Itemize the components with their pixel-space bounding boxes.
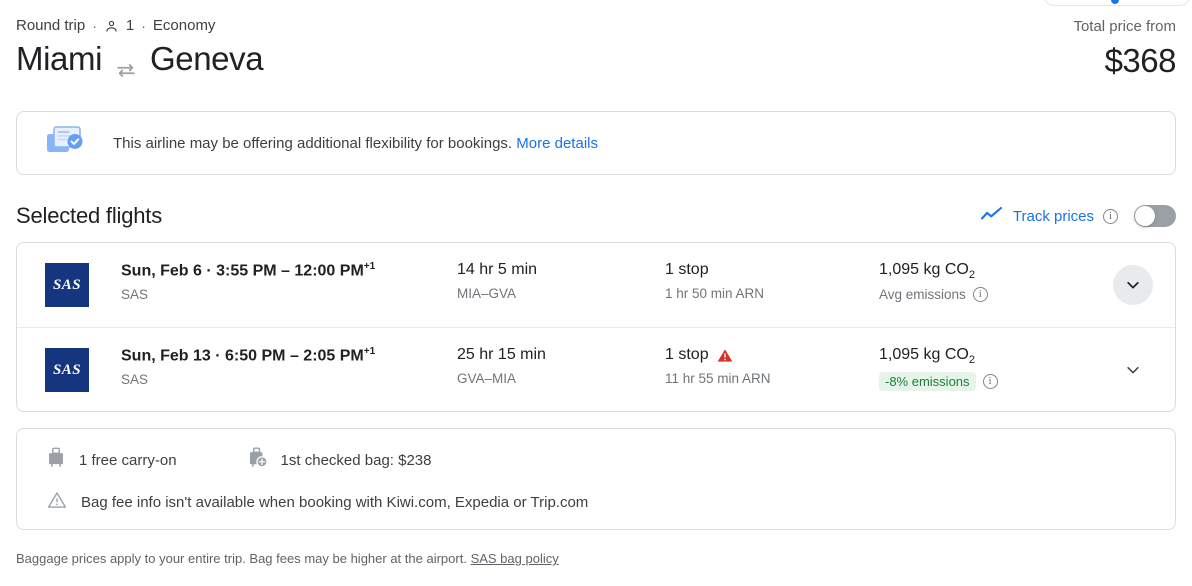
checked-bag-add-icon	[247, 447, 268, 474]
co2-amount: 1,095 kg CO2	[879, 346, 998, 366]
date-time-separator: ·	[206, 262, 212, 280]
layover-info: 11 hr 55 min ARN	[665, 371, 771, 386]
emissions-detail: -8% emissions i	[879, 372, 998, 392]
toggle-knob	[1135, 206, 1155, 226]
passenger-count[interactable]: 1	[126, 17, 134, 34]
flight-stops-column: 1 stop 1 hr 50 min ARN	[665, 261, 764, 301]
flight-duration: 14 hr 5 min	[457, 261, 538, 278]
origin-city: Miami	[16, 40, 102, 77]
flight-time-column: Sun, Feb 13 · 6:50 PM – 2:05 PM+1 SAS	[121, 346, 375, 387]
meta-separator-2: ·	[141, 17, 146, 34]
total-price-label: Total price from	[1073, 18, 1176, 35]
carry-on-bag-icon	[47, 447, 65, 474]
baggage-disclaimer-row: Bag fee info isn't available when bookin…	[47, 491, 588, 514]
baggage-disclaimer-text: Bag fee info isn't available when bookin…	[81, 494, 589, 511]
emissions-info-icon[interactable]: i	[982, 374, 998, 390]
google-flights-booking-panel: Round trip · 1 · Economy Miami Geneva To…	[0, 0, 1192, 586]
co2-value: 1,095 kg CO	[879, 346, 969, 363]
warning-triangle-outline-icon	[47, 491, 67, 514]
co2-subscript: 2	[968, 269, 975, 282]
airline-logo: SAS	[45, 348, 89, 392]
flexible-ticket-icon	[45, 124, 85, 163]
destination-city: Geneva	[150, 40, 264, 77]
flight-time-range: 3:55 PM – 12:00 PM	[216, 262, 364, 280]
person-icon	[104, 19, 119, 34]
route-heading: Miami Geneva	[16, 40, 264, 78]
airline-logo: SAS	[45, 263, 89, 307]
flight-emissions-column: 1,095 kg CO2 -8% emissions i	[879, 346, 998, 392]
baggage-footer-note: Baggage prices apply to your entire trip…	[16, 551, 559, 566]
flight-emissions-column: 1,095 kg CO2 Avg emissions i	[879, 261, 988, 303]
flight-datetime: Sun, Feb 6 · 3:55 PM – 12:00 PM+1	[121, 261, 375, 280]
baggage-info-card: 1 free carry-on 1st checked bag: $238 Ba…	[16, 428, 1176, 530]
flight-stops-column: 1 stop 11 hr 55 min ARN	[665, 346, 771, 386]
chevron-down-icon	[1124, 276, 1142, 294]
selected-flights-card: SAS Sun, Feb 6 · 3:55 PM – 12:00 PM+1 SA…	[16, 242, 1176, 412]
sas-bag-policy-link[interactable]: SAS bag policy	[471, 551, 559, 566]
airline-logo-text: SAS	[53, 276, 81, 293]
long-layover-warning-icon	[717, 348, 733, 363]
meta-separator-1: ·	[92, 17, 97, 34]
checked-bag-item: 1st checked bag: $238	[247, 447, 432, 474]
emissions-detail: Avg emissions i	[879, 287, 988, 303]
flight-duration-column: 25 hr 15 min GVA–MIA	[457, 346, 546, 386]
flight-date: Sun, Feb 13	[121, 347, 211, 365]
flight-route-codes: MIA–GVA	[457, 286, 517, 301]
flight-duration-column: 14 hr 5 min MIA–GVA	[457, 261, 537, 301]
emissions-badge: -8% emissions	[879, 372, 976, 392]
airline-name: SAS	[121, 287, 149, 303]
expand-flight-button[interactable]	[1113, 350, 1153, 390]
flight-row[interactable]: SAS Sun, Feb 6 · 3:55 PM – 12:00 PM+1 SA…	[17, 243, 1175, 328]
selected-flights-title: Selected flights	[16, 203, 162, 228]
stops-count: 1 stop	[665, 346, 709, 363]
emissions-info-icon[interactable]: i	[972, 287, 988, 303]
flight-date: Sun, Feb 6	[121, 262, 202, 280]
stops-count: 1 stop	[665, 261, 709, 278]
cabin-class-label[interactable]: Economy	[153, 17, 216, 34]
swap-arrows-icon	[115, 51, 137, 77]
day-offset: +1	[363, 346, 376, 357]
baggage-allowance-row: 1 free carry-on 1st checked bag: $238	[47, 447, 432, 474]
flexibility-banner-text: This airline may be offering additional …	[113, 135, 598, 152]
track-prices-control: Track prices i	[980, 204, 1176, 228]
stops-line: 1 stop	[665, 261, 764, 279]
stops-line: 1 stop	[665, 346, 771, 364]
flexibility-banner: This airline may be offering additional …	[16, 111, 1176, 175]
day-offset: +1	[363, 261, 376, 272]
expand-flight-button[interactable]	[1113, 265, 1153, 305]
trip-type-label[interactable]: Round trip	[16, 17, 85, 34]
total-price-value: $368	[1104, 42, 1177, 79]
co2-value: 1,095 kg CO	[879, 261, 969, 278]
carry-on-item: 1 free carry-on	[47, 447, 177, 474]
footer-text: Baggage prices apply to your entire trip…	[16, 551, 467, 566]
checked-bag-label: 1st checked bag: $238	[280, 452, 432, 469]
partial-top-chip[interactable]	[1044, 0, 1190, 6]
chevron-down-icon	[1124, 361, 1142, 379]
flight-datetime: Sun, Feb 13 · 6:50 PM – 2:05 PM+1	[121, 346, 375, 365]
track-prices-label[interactable]: Track prices	[1013, 208, 1094, 225]
flight-time-column: Sun, Feb 6 · 3:55 PM – 12:00 PM+1 SAS	[121, 261, 375, 302]
flexibility-message: This airline may be offering additional …	[113, 134, 513, 152]
airline-name: SAS	[121, 372, 149, 388]
trip-summary-bar: Round trip · 1 · Economy	[16, 17, 215, 34]
more-details-link[interactable]: More details	[516, 135, 598, 152]
emissions-label: Avg emissions	[879, 287, 966, 303]
flight-route-codes: GVA–MIA	[457, 371, 517, 386]
flight-row[interactable]: SAS Sun, Feb 13 · 6:50 PM – 2:05 PM+1 SA…	[17, 328, 1175, 411]
carry-on-label: 1 free carry-on	[79, 452, 177, 469]
flight-time-range: 6:50 PM – 2:05 PM	[225, 347, 364, 365]
flight-duration: 25 hr 15 min	[457, 346, 546, 363]
track-prices-toggle[interactable]	[1134, 205, 1176, 227]
co2-subscript: 2	[968, 354, 975, 367]
co2-amount: 1,095 kg CO2	[879, 261, 988, 281]
airline-logo-text: SAS	[53, 361, 81, 378]
trending-chart-icon	[980, 205, 1004, 228]
date-time-separator: ·	[215, 347, 221, 365]
track-prices-info-icon[interactable]: i	[1103, 208, 1118, 224]
layover-info: 1 hr 50 min ARN	[665, 286, 765, 301]
top-chip-dot	[1111, 0, 1119, 4]
